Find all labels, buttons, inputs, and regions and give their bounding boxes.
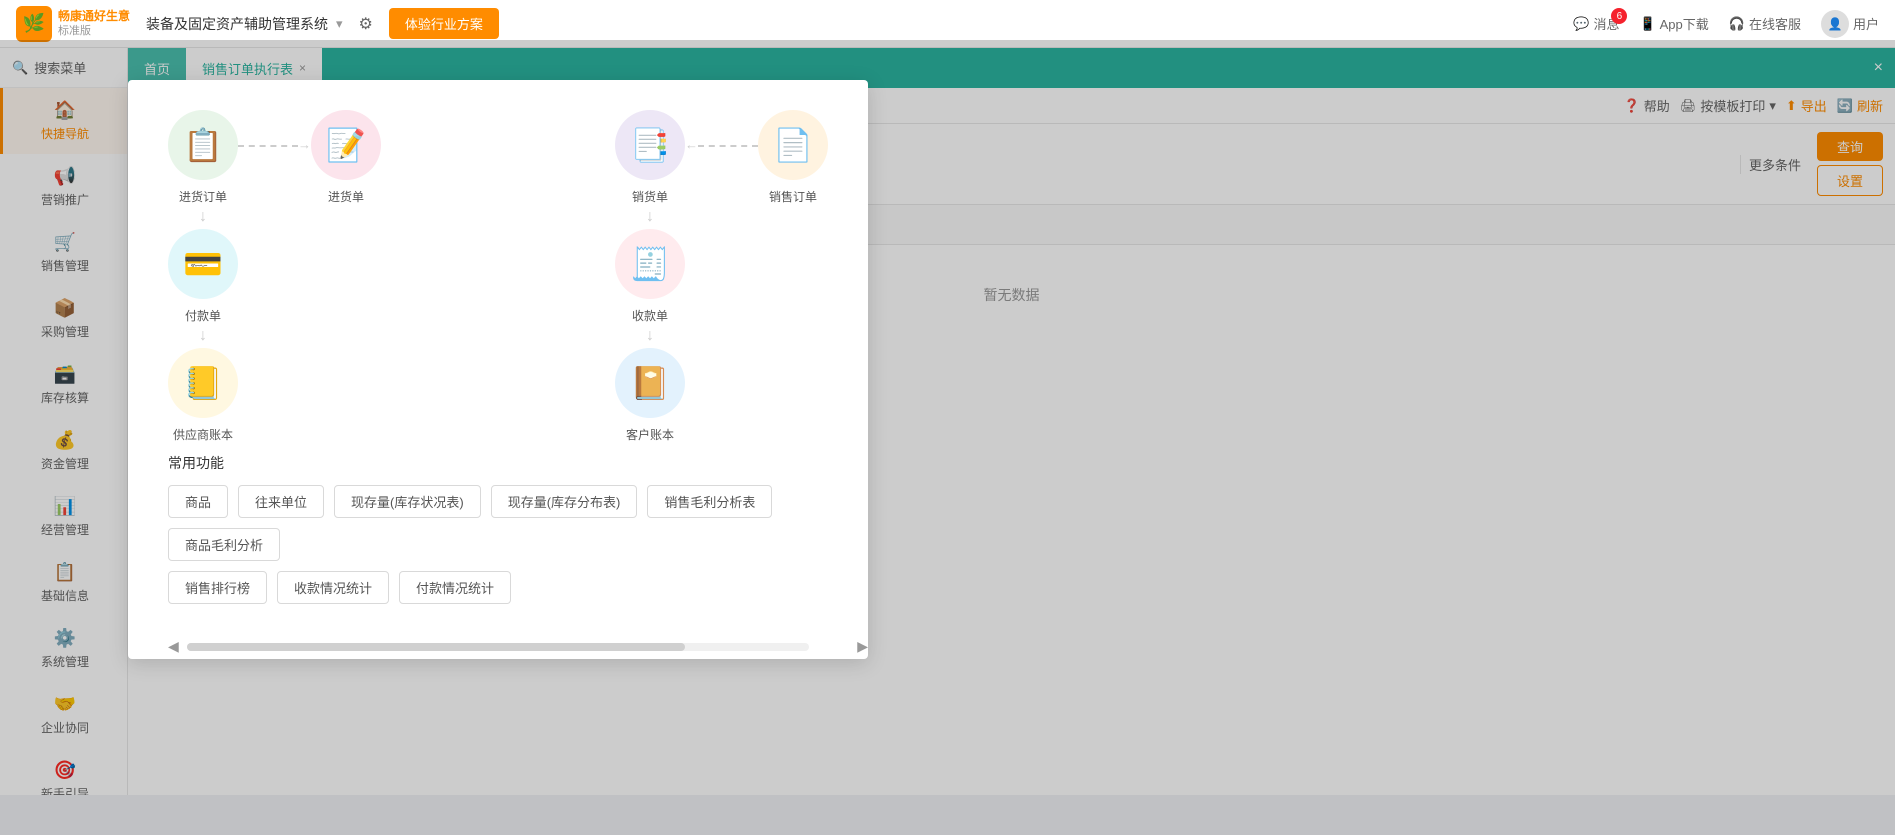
payment-label: 付款单 [185, 307, 221, 324]
flow-node-purchase-bill[interactable]: 📝 进货单 [311, 110, 381, 205]
sales-bill-circle: 📑 [615, 110, 685, 180]
customer-ledger-circle: 📔 [615, 348, 685, 418]
purchase-order-circle: 📋 [168, 110, 238, 180]
settings-icon[interactable]: ⚙ [359, 14, 373, 34]
flow-col-sales-bill: 📑 销货单 ↓ 🧾 收款单 [615, 110, 685, 443]
arrow-down-4: ↓ [646, 328, 654, 344]
arrow-down-1: ↓ [199, 209, 207, 225]
receipt-label: 收款单 [632, 307, 668, 324]
main-area: 🔍 搜索菜单 🏠 快捷导航 📢 营销推广 🛒 销售管理 📦 采购管理 🗃️ [0, 48, 1895, 795]
download-icon: 📱 [1639, 16, 1655, 32]
app-container: 🌿 畅康通好生意 标准版 装备及固定资产辅助管理系统 ▾ ⚙ 体验行业方案 💬 … [0, 0, 1895, 795]
flow-node-supplier-ledger[interactable]: 📒 供应商账本 [168, 348, 238, 443]
purchase-bill-label: 进货单 [328, 188, 364, 205]
message-button[interactable]: 💬 消息 6 [1573, 14, 1619, 33]
modal-content: 📋 进货订单 ↓ 💳 付款单 [128, 80, 868, 634]
scroll-track[interactable] [187, 643, 809, 651]
modal-overlay[interactable]: 📋 进货订单 ↓ 💳 付款单 [128, 48, 1895, 795]
supplier-ledger-circle: 📒 [168, 348, 238, 418]
flow-node-customer-ledger[interactable]: 📔 客户账本 [615, 348, 685, 443]
flow-node-payment[interactable]: 💳 付款单 [168, 229, 238, 324]
app-download-label: App下载 [1660, 14, 1709, 33]
scroll-right-arrow[interactable]: ▶ [857, 638, 868, 655]
func-payment-stat[interactable]: 付款情况统计 [399, 571, 511, 604]
receipt-circle: 🧾 [615, 229, 685, 299]
supplier-ledger-label: 供应商账本 [173, 426, 233, 443]
online-service-label: 在线客服 [1749, 14, 1801, 33]
top-right-area: 💬 消息 6 📱 App下载 🎧 在线客服 👤 用户 [1573, 10, 1879, 38]
sales-bill-label: 销货单 [632, 188, 668, 205]
func-row-2: 销售排行榜 收款情况统计 付款情况统计 [168, 571, 828, 604]
trial-button[interactable]: 体验行业方案 [389, 8, 499, 39]
common-functions: 常用功能 商品 往来单位 现存量(库存状况表) 现存量(库存分布表) 销售毛利分… [168, 453, 828, 604]
func-sales-rank[interactable]: 销售排行榜 [168, 571, 267, 604]
message-badge: 6 [1611, 8, 1627, 24]
scroll-left-arrow[interactable]: ◀ [168, 638, 179, 655]
flow-col-left: 📋 进货订单 ↓ 💳 付款单 [168, 110, 238, 443]
app-download-button[interactable]: 📱 App下载 [1639, 14, 1708, 33]
dropdown-icon[interactable]: ▾ [336, 16, 343, 32]
customer-ledger-label: 客户账本 [626, 426, 674, 443]
sales-order-label: 销售订单 [769, 188, 817, 205]
func-goods[interactable]: 商品 [168, 485, 228, 518]
user-button[interactable]: 👤 用户 [1821, 10, 1879, 38]
flow-node-receipt[interactable]: 🧾 收款单 [615, 229, 685, 324]
arrow-down-2: ↓ [646, 209, 654, 225]
h-arrow-2: ← [685, 110, 758, 152]
flow-col-purchase-bill: 📝 进货单 [311, 110, 381, 205]
content-area: 首页 销售订单执行表 × × ❓ 帮助 🖨 按 [128, 48, 1895, 795]
common-funcs-title: 常用功能 [168, 453, 828, 473]
func-stock-status[interactable]: 现存量(库存状况表) [334, 485, 481, 518]
flow-node-purchase-order[interactable]: 📋 进货订单 [168, 110, 238, 205]
func-goods-profit[interactable]: 商品毛利分析 [168, 528, 280, 561]
sales-order-circle: 📄 [758, 110, 828, 180]
flow-diagram: 📋 进货订单 ↓ 💳 付款单 [168, 110, 828, 443]
func-partner[interactable]: 往来单位 [238, 485, 324, 518]
flow-col-sales-order: 📄 销售订单 [758, 110, 828, 205]
purchase-bill-circle: 📝 [311, 110, 381, 180]
modal-scrollbar: ◀ ▶ [128, 634, 868, 659]
avatar: 👤 [1821, 10, 1849, 38]
scroll-thumb [187, 643, 685, 651]
online-service-button[interactable]: 🎧 在线客服 [1729, 14, 1801, 33]
system-title: 装备及固定资产辅助管理系统 [146, 14, 328, 34]
func-stock-dist[interactable]: 现存量(库存分布表) [491, 485, 638, 518]
h-arrow-1: → [238, 110, 311, 152]
func-row-1: 商品 往来单位 现存量(库存状况表) 现存量(库存分布表) 销售毛利分析表 商品… [168, 485, 828, 561]
flow-node-sales-bill[interactable]: 📑 销货单 [615, 110, 685, 205]
logo-icon: 🌿 [16, 6, 52, 42]
func-sales-profit[interactable]: 销售毛利分析表 [647, 485, 772, 518]
func-receipt-stat[interactable]: 收款情况统计 [277, 571, 389, 604]
user-label: 用户 [1853, 14, 1879, 33]
message-icon: 💬 [1573, 16, 1589, 32]
quick-nav-modal: 📋 进货订单 ↓ 💳 付款单 [128, 80, 868, 659]
service-icon: 🎧 [1729, 16, 1745, 32]
purchase-order-label: 进货订单 [179, 188, 227, 205]
flow-node-sales-order[interactable]: 📄 销售订单 [758, 110, 828, 205]
payment-circle: 💳 [168, 229, 238, 299]
arrow-down-3: ↓ [199, 328, 207, 344]
logo-area[interactable]: 🌿 畅康通好生意 标准版 [16, 6, 130, 42]
logo-text: 畅康通好生意 标准版 [58, 9, 130, 39]
